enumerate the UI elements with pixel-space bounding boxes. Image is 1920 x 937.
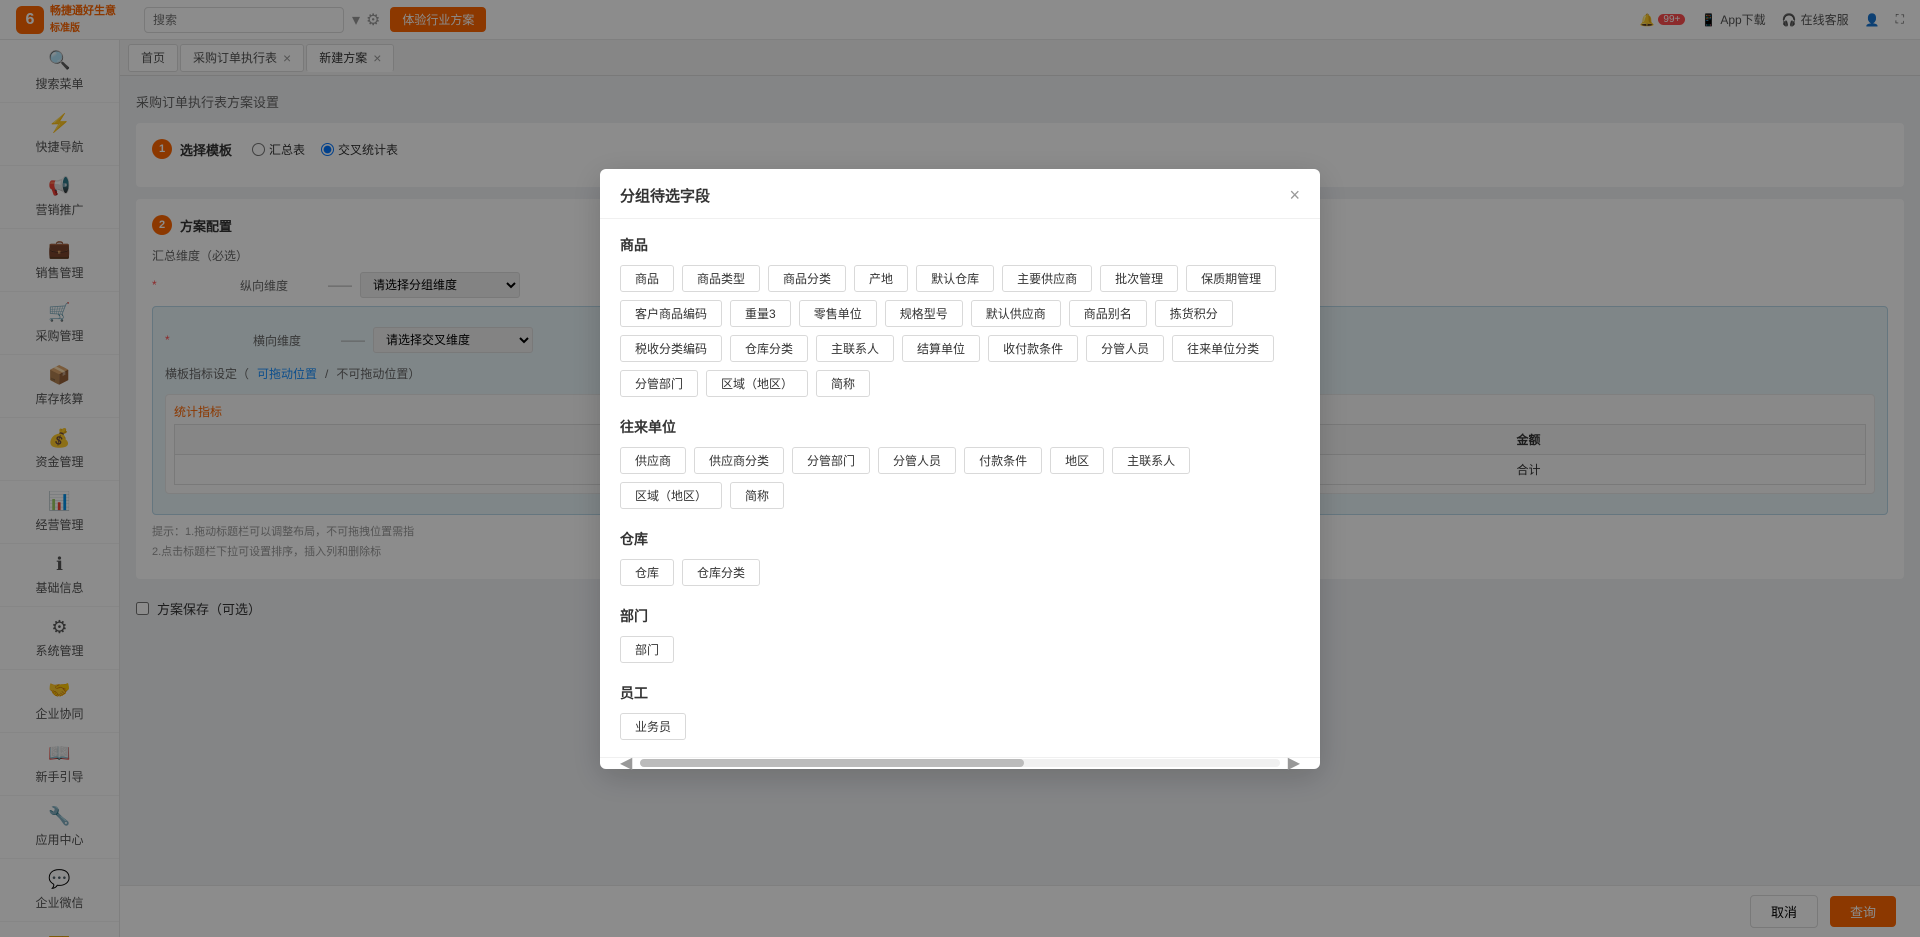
field-tags-3: 部门 bbox=[620, 636, 1300, 663]
field-tags-4: 业务员 bbox=[620, 713, 1300, 740]
field-group-4: 员工业务员 bbox=[620, 683, 1300, 740]
modal-overlay: 分组待选字段 × 商品商品商品类型商品分类产地默认仓库主要供应商批次管理保质期管… bbox=[0, 0, 1920, 937]
field-tags-1: 供应商供应商分类分管部门分管人员付款条件地区主联系人区域（地区） 简称 bbox=[620, 447, 1300, 509]
field-group-title-1: 往来单位 bbox=[620, 417, 1300, 437]
field-tag-0-12[interactable]: 默认供应商 bbox=[971, 300, 1061, 327]
field-tag-4-0[interactable]: 业务员 bbox=[620, 713, 686, 740]
field-tag-0-24[interactable]: 简称 bbox=[816, 370, 870, 397]
field-tags-0: 商品商品类型商品分类产地默认仓库主要供应商批次管理保质期管理客户商品编码重量3 零… bbox=[620, 265, 1300, 397]
field-group-title-3: 部门 bbox=[620, 606, 1300, 626]
field-group-1: 往来单位供应商供应商分类分管部门分管人员付款条件地区主联系人区域（地区） 简称 bbox=[620, 417, 1300, 509]
field-tag-3-0[interactable]: 部门 bbox=[620, 636, 674, 663]
field-tag-1-5[interactable]: 地区 bbox=[1050, 447, 1104, 474]
modal-body: 商品商品商品类型商品分类产地默认仓库主要供应商批次管理保质期管理客户商品编码重量… bbox=[600, 219, 1320, 757]
field-tag-0-3[interactable]: 产地 bbox=[854, 265, 908, 292]
field-tag-0-8[interactable]: 客户商品编码 bbox=[620, 300, 722, 327]
field-tag-0-9[interactable]: 重量3 bbox=[730, 300, 791, 327]
field-tag-0-22[interactable]: 分管部门 bbox=[620, 370, 698, 397]
field-tag-0-16[interactable]: 仓库分类 bbox=[730, 335, 808, 362]
field-tag-0-2[interactable]: 商品分类 bbox=[768, 265, 846, 292]
field-tag-0-18[interactable]: 结算单位 bbox=[902, 335, 980, 362]
field-tag-2-0[interactable]: 仓库 bbox=[620, 559, 674, 586]
field-tag-0-0[interactable]: 商品 bbox=[620, 265, 674, 292]
modal-close-button[interactable]: × bbox=[1289, 186, 1300, 204]
field-group-title-2: 仓库 bbox=[620, 529, 1300, 549]
field-tags-2: 仓库仓库分类 bbox=[620, 559, 1300, 586]
field-tag-1-2[interactable]: 分管部门 bbox=[792, 447, 870, 474]
field-tag-0-10[interactable]: 零售单位 bbox=[799, 300, 877, 327]
field-tag-0-6[interactable]: 批次管理 bbox=[1100, 265, 1178, 292]
field-tag-1-3[interactable]: 分管人员 bbox=[878, 447, 956, 474]
modal-hscroll-area: ◀ ▶ bbox=[600, 757, 1320, 769]
field-tag-0-15[interactable]: 税收分类编码 bbox=[620, 335, 722, 362]
field-tag-0-11[interactable]: 规格型号 bbox=[885, 300, 963, 327]
field-tag-2-1[interactable]: 仓库分类 bbox=[682, 559, 760, 586]
field-tag-0-21[interactable]: 往来单位分类 bbox=[1172, 335, 1274, 362]
field-tag-1-0[interactable]: 供应商 bbox=[620, 447, 686, 474]
hscroll-thumb bbox=[640, 759, 1024, 767]
field-tag-0-1[interactable]: 商品类型 bbox=[682, 265, 760, 292]
field-tag-0-20[interactable]: 分管人员 bbox=[1086, 335, 1164, 362]
modal-title: 分组待选字段 bbox=[620, 185, 710, 206]
field-tag-0-23[interactable]: 区域（地区） bbox=[706, 370, 808, 397]
field-group-title-4: 员工 bbox=[620, 683, 1300, 703]
field-group-2: 仓库仓库仓库分类 bbox=[620, 529, 1300, 586]
field-tag-0-19[interactable]: 收付款条件 bbox=[988, 335, 1078, 362]
field-tag-0-5[interactable]: 主要供应商 bbox=[1002, 265, 1092, 292]
field-tag-0-14[interactable]: 拣货积分 bbox=[1155, 300, 1233, 327]
field-tag-0-4[interactable]: 默认仓库 bbox=[916, 265, 994, 292]
field-tag-0-17[interactable]: 主联系人 bbox=[816, 335, 894, 362]
field-tag-1-7[interactable]: 区域（地区） bbox=[620, 482, 722, 509]
field-tag-0-13[interactable]: 商品别名 bbox=[1069, 300, 1147, 327]
field-group-3: 部门部门 bbox=[620, 606, 1300, 663]
field-tag-1-1[interactable]: 供应商分类 bbox=[694, 447, 784, 474]
field-group-0: 商品商品商品类型商品分类产地默认仓库主要供应商批次管理保质期管理客户商品编码重量… bbox=[620, 235, 1300, 397]
field-group-title-0: 商品 bbox=[620, 235, 1300, 255]
hscroll-right-arrow[interactable]: ▶ bbox=[1288, 753, 1300, 773]
field-tag-1-6[interactable]: 主联系人 bbox=[1112, 447, 1190, 474]
field-tag-1-4[interactable]: 付款条件 bbox=[964, 447, 1042, 474]
hscroll-track[interactable] bbox=[640, 759, 1279, 767]
modal-dialog: 分组待选字段 × 商品商品商品类型商品分类产地默认仓库主要供应商批次管理保质期管… bbox=[600, 169, 1320, 769]
field-tag-0-7[interactable]: 保质期管理 bbox=[1186, 265, 1276, 292]
hscroll-left-arrow[interactable]: ◀ bbox=[620, 753, 632, 773]
modal-header: 分组待选字段 × bbox=[600, 169, 1320, 219]
field-tag-1-8[interactable]: 简称 bbox=[730, 482, 784, 509]
